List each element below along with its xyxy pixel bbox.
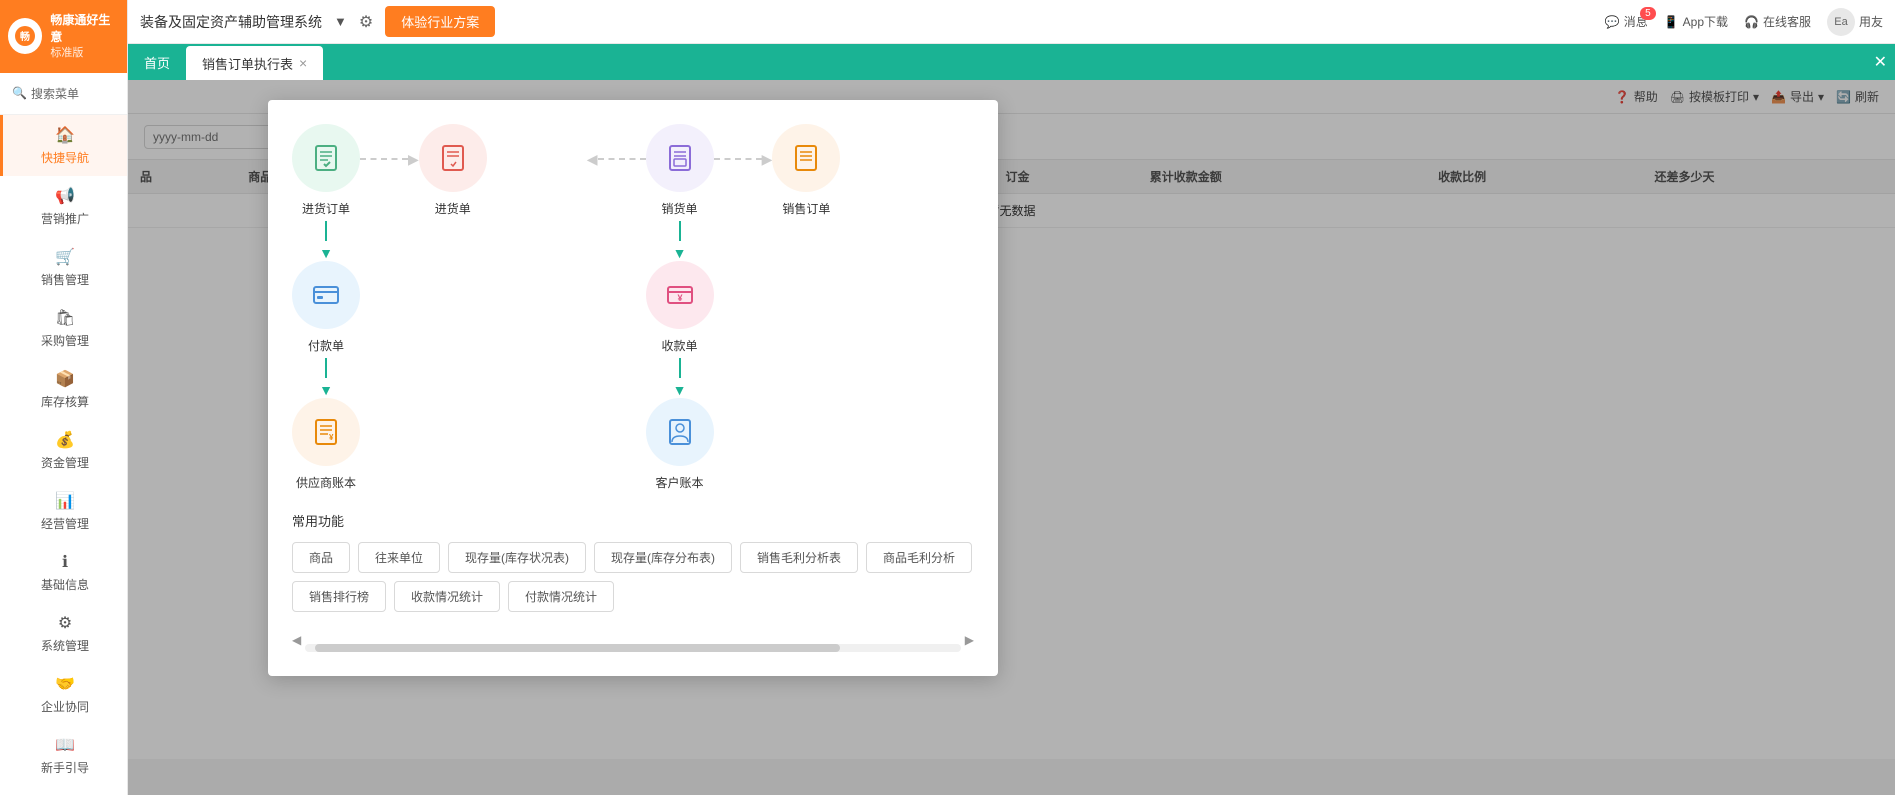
- purchase-icon: 🛍: [55, 308, 75, 328]
- tab-close-button[interactable]: ×: [299, 55, 307, 71]
- svg-text:¥: ¥: [677, 293, 682, 303]
- content-area: ❓ 帮助 🖨 按模板打印 ▾ 📤 导出 ▾ 🔄 刷新: [128, 80, 1895, 795]
- flow-node-sales-order[interactable]: 销售订单: [772, 124, 840, 217]
- flow-node-customer-ledger[interactable]: 客户账本: [646, 398, 714, 491]
- sidebar-search[interactable]: 🔍 搜索菜单: [0, 73, 127, 115]
- flow-node-payment[interactable]: 付款单: [292, 261, 360, 354]
- try-button[interactable]: 体验行业方案: [385, 6, 495, 37]
- sidebar: 畅 畅康通好生意 标准版 🔍 搜索菜单 🏠 快捷导航 📢 营销推广 �: [0, 0, 128, 795]
- headset-icon: 🎧: [1744, 15, 1759, 29]
- header-actions: 💬 5 消息 📱 App下载 🎧 在线客服 Ea 用友: [1605, 8, 1883, 36]
- sidebar-nav: 🏠 快捷导航 📢 营销推广 🛒 销售管理 🛍 采购管理 📦 库存核算 💰: [0, 115, 127, 795]
- top-header: 装备及固定资产辅助管理系统 ▼ ⚙ 体验行业方案 💬 5 消息 📱 App下载 …: [128, 0, 1895, 44]
- sidebar-item-guide[interactable]: 📖 新手引导: [0, 725, 127, 786]
- avatar: Ea: [1827, 8, 1855, 36]
- sidebar-item-basic[interactable]: ℹ 基础信息: [0, 542, 127, 603]
- common-btn-counterparty[interactable]: 往来单位: [358, 542, 440, 573]
- scroll-left-button[interactable]: ◀: [292, 633, 301, 647]
- popup-scrollbar[interactable]: [305, 644, 961, 652]
- common-btn-receipt-stats[interactable]: 收款情况统计: [394, 581, 500, 612]
- operations-icon: 📊: [55, 491, 75, 511]
- svg-text:¥: ¥: [329, 433, 334, 442]
- flow-node-purchase-bill[interactable]: 进货单: [419, 124, 487, 217]
- online-service-button[interactable]: 🎧 在线客服: [1744, 13, 1811, 30]
- home-icon: 🏠: [55, 125, 75, 145]
- node-label-sales-order: 销售订单: [782, 200, 830, 217]
- enterprise-icon: 🤝: [55, 674, 75, 694]
- flow-node-receipt[interactable]: ¥ 收款单: [646, 261, 714, 354]
- common-buttons-row: 商品 往来单位 现存量(库存状况表) 现存量(库存分布表) 销售毛利分析表 商品…: [292, 542, 974, 573]
- node-label-supplier-ledger: 供应商账本: [296, 474, 356, 491]
- scrollbar-thumb[interactable]: [315, 644, 839, 652]
- node-label-receipt: 收款单: [662, 337, 698, 354]
- tab-bar-close-button[interactable]: ✕: [1874, 52, 1887, 72]
- guide-icon: 📖: [55, 735, 75, 755]
- common-btn-sales-rank[interactable]: 销售排行榜: [292, 581, 386, 612]
- search-icon: 🔍: [12, 86, 27, 100]
- main-area: 装备及固定资产辅助管理系统 ▼ ⚙ 体验行业方案 💬 5 消息 📱 App下载 …: [128, 0, 1895, 795]
- system-title: 装备及固定资产辅助管理系统: [140, 12, 322, 32]
- system-dropdown[interactable]: ▼: [334, 14, 347, 29]
- common-btn-stock-dist[interactable]: 现存量(库存分布表): [594, 542, 732, 573]
- message-button[interactable]: 💬 5 消息: [1605, 13, 1648, 30]
- scroll-right-button[interactable]: ▶: [965, 633, 974, 647]
- flow-node-purchase-order[interactable]: 进货订单: [292, 124, 360, 217]
- tab-home[interactable]: 首页: [128, 45, 186, 80]
- svg-text:畅: 畅: [20, 30, 30, 43]
- sidebar-item-quick-nav[interactable]: 🏠 快捷导航: [0, 115, 127, 176]
- popup-scrollbar-container: ◀ ▶: [292, 628, 974, 652]
- tab-bar: 首页 销售订单执行表 × ✕: [128, 44, 1895, 80]
- common-btn-product-gross[interactable]: 商品毛利分析: [866, 542, 972, 573]
- inventory-icon: 📦: [55, 369, 75, 389]
- common-buttons-row-2: 销售排行榜 收款情况统计 付款情况统计: [292, 581, 974, 612]
- megaphone-icon: 📢: [55, 186, 75, 206]
- common-functions-section: 常用功能 商品 往来单位 现存量(库存状况表) 现存量(库存分布表) 销售毛利分…: [292, 511, 974, 612]
- gear-icon[interactable]: ⚙: [359, 12, 373, 32]
- message-icon: 💬: [1605, 15, 1620, 29]
- phone-icon: 📱: [1664, 15, 1679, 29]
- flow-node-sales-bill[interactable]: 销货单: [646, 124, 714, 217]
- finance-icon: 💰: [55, 430, 75, 450]
- common-btn-payment-stats[interactable]: 付款情况统计: [508, 581, 614, 612]
- user-menu[interactable]: Ea 用友: [1827, 8, 1883, 36]
- node-label-sales-bill: 销货单: [662, 200, 698, 217]
- app-download-button[interactable]: 📱 App下载: [1664, 13, 1728, 30]
- sidebar-item-purchase[interactable]: 🛍 采购管理: [0, 298, 127, 359]
- sidebar-item-system[interactable]: ⚙ 系统管理: [0, 603, 127, 664]
- node-label-purchase-bill: 进货单: [435, 200, 471, 217]
- system-icon: ⚙: [58, 613, 72, 633]
- sidebar-item-operations[interactable]: 📊 经营管理: [0, 481, 127, 542]
- common-title: 常用功能: [292, 511, 974, 530]
- common-btn-stock-status[interactable]: 现存量(库存状况表): [448, 542, 586, 573]
- node-label-purchase-order: 进货订单: [302, 200, 350, 217]
- logo-icon: 畅: [8, 18, 42, 54]
- chevron-down-icon: ▼: [334, 14, 347, 29]
- logo-text: 畅康通好生意 标准版: [50, 12, 119, 61]
- sales-icon: 🛒: [55, 247, 75, 267]
- sidebar-item-enterprise[interactable]: 🤝 企业协同: [0, 664, 127, 725]
- sidebar-item-inventory[interactable]: 📦 库存核算: [0, 359, 127, 420]
- node-label-customer-ledger: 客户账本: [656, 474, 704, 491]
- node-label-payment: 付款单: [308, 337, 344, 354]
- common-btn-product[interactable]: 商品: [292, 542, 350, 573]
- sidebar-item-marketing[interactable]: 📢 营销推广: [0, 176, 127, 237]
- tab-sales-order[interactable]: 销售订单执行表 ×: [186, 46, 323, 81]
- search-menu-button[interactable]: 🔍 搜索菜单: [8, 81, 119, 106]
- sidebar-item-sales[interactable]: 🛒 销售管理: [0, 237, 127, 298]
- popup-modal: 进货订单 ▼ 付款单: [268, 100, 998, 676]
- basic-icon: ℹ: [62, 552, 68, 572]
- flow-node-supplier-ledger[interactable]: ¥ 供应商账本: [292, 398, 360, 491]
- sidebar-logo: 畅 畅康通好生意 标准版: [0, 0, 127, 73]
- common-btn-sales-gross[interactable]: 销售毛利分析表: [740, 542, 858, 573]
- sidebar-item-finance[interactable]: 💰 资金管理: [0, 420, 127, 481]
